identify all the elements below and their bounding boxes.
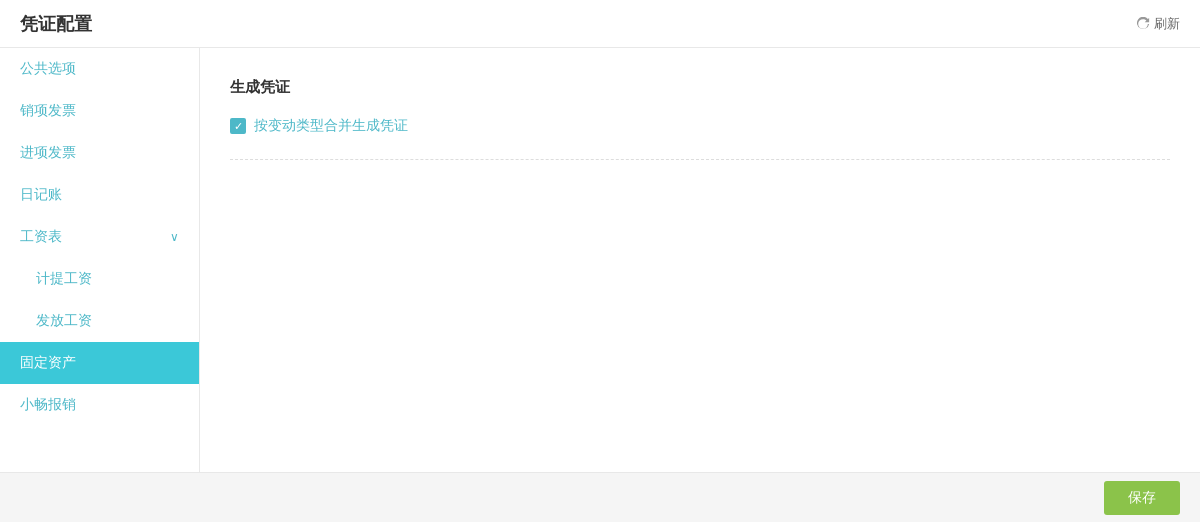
merge-checkbox[interactable] <box>230 118 246 134</box>
sidebar-item-public[interactable]: 公共选项 <box>0 48 199 90</box>
page-title: 凭证配置 <box>20 12 92 36</box>
chevron-down-icon: ∨ <box>170 230 179 244</box>
sidebar-item-expense[interactable]: 小畅报销 <box>0 384 199 426</box>
main-layout: 公共选项销项发票进项发票日记账工资表 ∨ 计提工资发放工资固定资产小畅报销 生成凭证… <box>0 48 1200 472</box>
checkbox-row: 按变动类型合并生成凭证 <box>230 117 1170 135</box>
sidebar-item-payroll-table[interactable]: 工资表 ∨ <box>0 216 199 258</box>
sidebar-label-payroll-calc: 计提工资 <box>36 270 92 288</box>
sidebar-label-fixed-assets: 固定资产 <box>20 354 76 372</box>
sidebar-label-sales-invoice: 销项发票 <box>20 102 76 120</box>
sidebar-label-purchase-invoice: 进项发票 <box>20 144 76 162</box>
content-area: 生成凭证 按变动类型合并生成凭证 <box>200 48 1200 472</box>
refresh-button[interactable]: 刷新 <box>1136 15 1180 33</box>
sidebar-item-payroll-dist[interactable]: 发放工资 <box>0 300 199 342</box>
header: 凭证配置 刷新 <box>0 0 1200 48</box>
sidebar-item-fixed-assets[interactable]: 固定资产 <box>0 342 199 384</box>
save-button[interactable]: 保存 <box>1104 481 1180 515</box>
sidebar-label-payroll-dist: 发放工资 <box>36 312 92 330</box>
footer: 保存 <box>0 472 1200 522</box>
sidebar: 公共选项销项发票进项发票日记账工资表 ∨ 计提工资发放工资固定资产小畅报销 <box>0 48 200 472</box>
checkbox-label: 按变动类型合并生成凭证 <box>254 117 408 135</box>
sidebar-item-sales-invoice[interactable]: 销项发票 <box>0 90 199 132</box>
sidebar-label-expense: 小畅报销 <box>20 396 76 414</box>
sidebar-label-payroll-table: 工资表 <box>20 228 62 246</box>
sidebar-item-journal[interactable]: 日记账 <box>0 174 199 216</box>
sidebar-item-payroll-calc[interactable]: 计提工资 <box>0 258 199 300</box>
refresh-label: 刷新 <box>1154 15 1180 33</box>
section-divider <box>230 159 1170 160</box>
section-title: 生成凭证 <box>230 78 1170 97</box>
sidebar-label-public: 公共选项 <box>20 60 76 78</box>
sidebar-label-journal: 日记账 <box>20 186 62 204</box>
refresh-icon <box>1136 17 1150 31</box>
sidebar-item-purchase-invoice[interactable]: 进项发票 <box>0 132 199 174</box>
